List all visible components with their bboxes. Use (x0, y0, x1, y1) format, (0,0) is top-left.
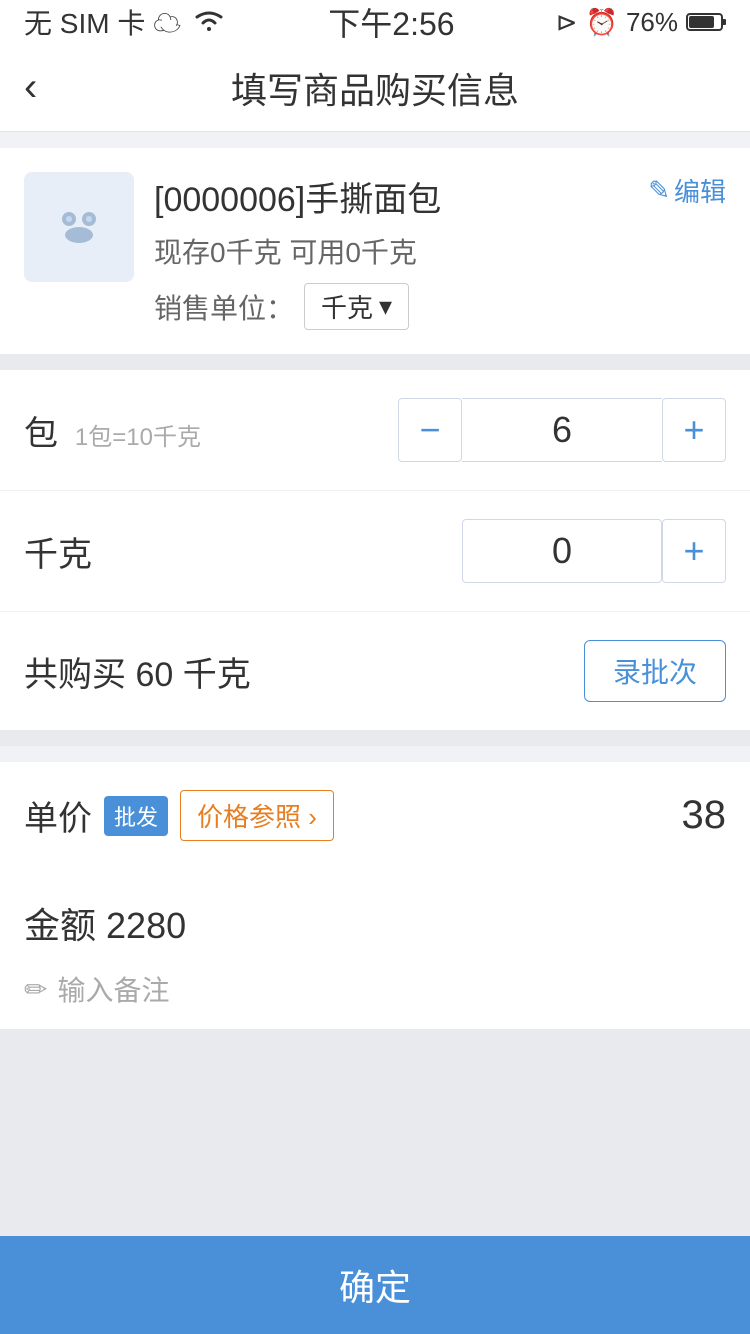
edit-icon: ✎ (648, 175, 670, 206)
qianke-label-group: 千克 (24, 527, 92, 576)
status-right: ⊳ ⏰ 76% (556, 7, 726, 38)
bao-input[interactable] (462, 398, 662, 462)
unit-select[interactable]: 千克 ▾ (304, 283, 409, 330)
divider-2 (0, 730, 750, 746)
amount-section: 金额 2280 ✏ 输入备注 (0, 869, 750, 1029)
product-info: [0000006]手撕面包 现存0千克 可用0千克 销售单位： 千克 ▾ (154, 172, 726, 330)
nav-bar: ‹ 填写商品购买信息 (0, 44, 750, 132)
bao-controls: − + (398, 398, 726, 462)
note-placeholder: 输入备注 (57, 969, 169, 1009)
status-time: 下午2:56 (328, 0, 454, 45)
qianke-input[interactable] (462, 519, 662, 583)
edit-button[interactable]: ✎ 编辑 (648, 172, 726, 209)
sim-label: 无 SIM 卡 ☁ (24, 2, 181, 42)
bao-input-row: 包 1包=10千克 − + (0, 370, 750, 491)
amount-line: 金额 2280 (24, 897, 726, 949)
product-card: [0000006]手撕面包 现存0千克 可用0千克 销售单位： 千克 ▾ ✎ 编… (0, 148, 750, 354)
chevron-down-icon: ▾ (379, 291, 392, 322)
purchase-summary: 共购买 60 千克 (24, 647, 251, 696)
batch-tag: 批发 (104, 796, 168, 836)
bao-plus-button[interactable]: + (662, 398, 726, 462)
location-icon: ⊳ (556, 7, 578, 38)
page-title: 填写商品购买信息 (231, 62, 519, 114)
bao-label-group: 包 1包=10千克 (24, 406, 201, 455)
qianke-label: 千克 (24, 536, 92, 574)
product-unit-row: 销售单位： 千克 ▾ (154, 283, 726, 330)
price-left: 单价 批发 价格参照 › (24, 790, 334, 841)
qianke-plus-button[interactable]: + (662, 519, 726, 583)
alarm-icon: ⏰ (586, 7, 618, 38)
bao-label: 包 (24, 415, 58, 453)
amount-value: 2280 (106, 905, 186, 946)
back-button[interactable]: ‹ (24, 65, 37, 110)
price-reference-button[interactable]: 价格参照 › (180, 790, 334, 841)
bao-sublabel: 1包=10千克 (75, 424, 201, 451)
status-left: 无 SIM 卡 ☁ (24, 2, 227, 42)
record-batch-button[interactable]: 录批次 (584, 640, 726, 702)
amount-label: 金额 (24, 905, 96, 946)
price-value: 38 (682, 793, 727, 838)
unit-label: 销售单位： (154, 287, 294, 327)
price-label: 单价 (24, 791, 92, 840)
bao-minus-button[interactable]: − (398, 398, 462, 462)
product-thumbnail (24, 172, 134, 282)
qianke-input-row: 千克 + (0, 491, 750, 612)
product-stock: 现存0千克 可用0千克 (154, 231, 726, 271)
summary-row: 共购买 60 千克 录批次 (0, 612, 750, 730)
confirm-bar[interactable]: 确定 (0, 1236, 750, 1334)
qianke-controls: + (462, 519, 726, 583)
battery-label: 76% (626, 7, 678, 38)
product-name: [0000006]手撕面包 (154, 172, 726, 221)
confirm-button[interactable]: 确定 (339, 1259, 411, 1311)
product-logo-icon (49, 197, 109, 257)
note-line[interactable]: ✏ 输入备注 (24, 969, 726, 1009)
status-bar: 无 SIM 卡 ☁ 下午2:56 ⊳ ⏰ 76% (0, 0, 750, 44)
divider-1 (0, 354, 750, 370)
price-section: 单价 批发 价格参照 › 38 (0, 762, 750, 869)
pencil-icon: ✏ (24, 973, 47, 1006)
battery-icon (686, 11, 726, 33)
wifi-icon (191, 9, 227, 35)
